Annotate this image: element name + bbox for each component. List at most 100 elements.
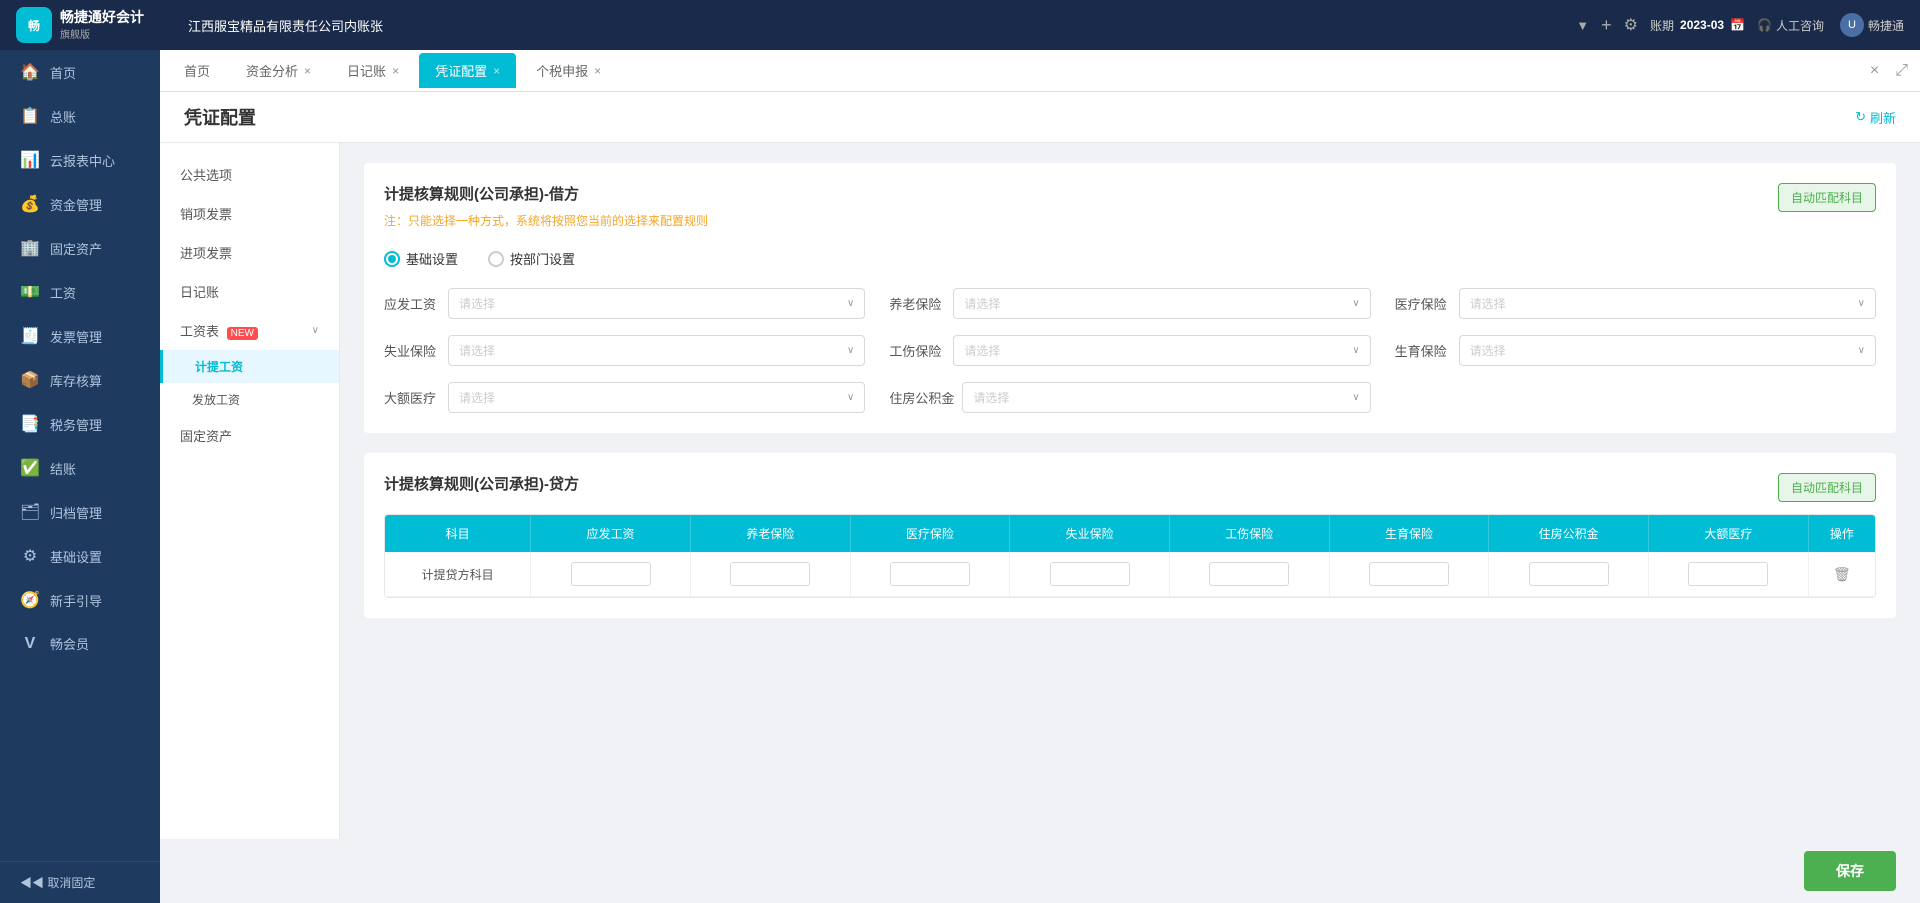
tab-bar: 首页 资金分析 × 日记账 × 凭证配置 × 个税申报 × × ⤢ <box>160 50 1920 92</box>
sidebar-item-salary[interactable]: 💵 工资 <box>0 270 160 314</box>
consult-button[interactable]: 🎧 人工咨询 <box>1757 17 1824 34</box>
credit-auto-match-button[interactable]: 自动匹配科目 <box>1778 473 1876 502</box>
sidebar-item-reports[interactable]: 📊 云报表中心 <box>0 138 160 182</box>
unpin-button[interactable]: ◀◀ 取消固定 <box>0 861 160 903</box>
tab-capital-analysis[interactable]: 资金分析 × <box>230 53 327 88</box>
radio-dept-setting[interactable]: 按部门设置 <box>488 249 575 268</box>
credit-pension-input[interactable] <box>730 562 810 586</box>
left-nav-purchase-invoice[interactable]: 进项发票 <box>160 233 339 272</box>
th-pension: 养老保险 <box>690 515 850 552</box>
tab-home[interactable]: 首页 <box>168 53 226 88</box>
refresh-icon: ↻ <box>1855 109 1866 125</box>
left-nav: 公共选项 销项发票 进项发票 日记账 工资表 NEW ∨ <box>160 143 340 839</box>
left-nav-payroll-sheet[interactable]: 工资表 NEW ∨ <box>160 311 339 350</box>
credit-injury-input[interactable] <box>1209 562 1289 586</box>
th-unemployment: 失业保险 <box>1010 515 1170 552</box>
user-info[interactable]: U 畅捷通 <box>1840 13 1904 37</box>
form-item-major-medical: 大额医疗 请选择 ∨ <box>384 382 865 413</box>
tab-close-tax[interactable]: × <box>594 64 601 78</box>
invoice-icon: 🧾 <box>20 326 40 346</box>
ledger-icon: 📋 <box>20 106 40 126</box>
medical-label: 医疗保险 <box>1395 294 1451 313</box>
tab-close-journal[interactable]: × <box>392 64 399 78</box>
sidebar-item-closing[interactable]: ✅ 结账 <box>0 446 160 490</box>
form-item-housing-fund: 住房公积金 请选择 ∨ <box>889 382 1370 413</box>
th-actions: 操作 <box>1808 515 1875 552</box>
sidebar-item-tax[interactable]: 📑 税务管理 <box>0 402 160 446</box>
logo-icon: 畅 <box>16 7 52 43</box>
pension-arrow: ∨ <box>1352 298 1359 309</box>
th-major-medical: 大额医疗 <box>1649 515 1809 552</box>
refresh-button[interactable]: ↻ 刷新 <box>1855 108 1896 127</box>
delete-row-button[interactable]: 🗑 <box>1833 566 1851 582</box>
left-nav-payroll-accrual[interactable]: 计提工资 <box>160 350 339 383</box>
close-all-tabs-button[interactable]: × <box>1866 58 1883 84</box>
housing-fund-label: 住房公积金 <box>889 388 954 407</box>
housing-fund-select[interactable]: 请选择 ∨ <box>962 382 1370 413</box>
guide-icon: 🧭 <box>20 590 40 610</box>
pension-select[interactable]: 请选择 ∨ <box>953 288 1370 319</box>
sidebar-item-guide[interactable]: 🧭 新手引导 <box>0 578 160 622</box>
medical-select[interactable]: 请选择 ∨ <box>1459 288 1876 319</box>
maternity-select[interactable]: 请选择 ∨ <box>1459 335 1876 366</box>
injury-select[interactable]: 请选择 ∨ <box>953 335 1370 366</box>
calendar-icon[interactable]: 📅 <box>1730 18 1745 32</box>
housing-fund-arrow: ∨ <box>1352 392 1359 403</box>
radio-basic-setting[interactable]: 基础设置 <box>384 249 458 268</box>
sidebar-item-archive[interactable]: 🗂 归档管理 <box>0 490 160 534</box>
form-item-gross-salary: 应发工资 请选择 ∨ <box>384 288 865 319</box>
expand-button[interactable]: ⤢ <box>1891 58 1912 84</box>
credit-housing-fund-input[interactable] <box>1529 562 1609 586</box>
archive-icon: 🗂 <box>20 502 40 522</box>
chevron-down-icon: ∨ <box>312 325 319 336</box>
tab-journal[interactable]: 日记账 × <box>331 53 415 88</box>
dropdown-icon[interactable]: ▼ <box>1576 18 1589 33</box>
pension-label: 养老保险 <box>889 294 945 313</box>
gross-salary-select[interactable]: 请选择 ∨ <box>448 288 865 319</box>
credit-gross-salary-input[interactable] <box>571 562 651 586</box>
sidebar-item-invoice[interactable]: 🧾 发票管理 <box>0 314 160 358</box>
major-medical-select[interactable]: 请选择 ∨ <box>448 382 865 413</box>
tab-close-voucher[interactable]: × <box>493 64 500 78</box>
td-medical-input <box>850 552 1010 597</box>
th-medical: 医疗保险 <box>850 515 1010 552</box>
sidebar-item-home[interactable]: 🏠 首页 <box>0 50 160 94</box>
sidebar-item-ledger[interactable]: 📋 总账 <box>0 94 160 138</box>
save-button[interactable]: 保存 <box>1804 851 1896 891</box>
main-content: 首页 资金分析 × 日记账 × 凭证配置 × 个税申报 × × ⤢ <box>160 50 1920 903</box>
left-nav-public-options[interactable]: 公共选项 <box>160 155 339 194</box>
left-nav-sales-invoice[interactable]: 销项发票 <box>160 194 339 233</box>
th-maternity: 生育保险 <box>1329 515 1489 552</box>
headset-icon: 🎧 <box>1757 18 1772 32</box>
left-nav-payroll-payment[interactable]: 发放工资 <box>160 383 339 416</box>
th-housing-fund: 住房公积金 <box>1489 515 1649 552</box>
sidebar-item-settings[interactable]: ⚙ 基础设置 <box>0 534 160 578</box>
credit-maternity-input[interactable] <box>1369 562 1449 586</box>
save-bar: 保存 <box>160 839 1920 903</box>
debit-section: 计提核算规则(公司承担)-借方 注：只能选择一种方式，系统将按照您当前的选择来配… <box>364 163 1896 433</box>
sidebar-item-vip[interactable]: V 畅会员 <box>0 622 160 665</box>
unemployment-arrow: ∨ <box>847 345 854 356</box>
sidebar-item-funds[interactable]: 💰 资金管理 <box>0 182 160 226</box>
settings-icon[interactable]: ⚙ <box>1624 15 1638 35</box>
add-tab-button[interactable]: + <box>1601 15 1612 36</box>
tab-close-capital[interactable]: × <box>304 64 311 78</box>
credit-unemployment-input[interactable] <box>1050 562 1130 586</box>
credit-medical-input[interactable] <box>890 562 970 586</box>
tab-tax-filing[interactable]: 个税申报 × <box>520 53 617 88</box>
credit-major-medical-input[interactable] <box>1688 562 1768 586</box>
vip-icon: V <box>20 635 40 653</box>
form-item-injury: 工伤保险 请选择 ∨ <box>889 335 1370 366</box>
sidebar-item-assets[interactable]: 🏢 固定资产 <box>0 226 160 270</box>
table-row: 计提贷方科目 🗑 <box>385 552 1875 597</box>
credit-section-title: 计提核算规则(公司承担)-贷方 <box>384 473 579 494</box>
unemployment-select[interactable]: 请选择 ∨ <box>448 335 865 366</box>
reports-icon: 📊 <box>20 150 40 170</box>
right-content: 计提核算规则(公司承担)-借方 注：只能选择一种方式，系统将按照您当前的选择来配… <box>340 143 1920 839</box>
sidebar: 🏠 首页 📋 总账 📊 云报表中心 💰 资金管理 🏢 固定资产 💵 工资 🧾 发… <box>0 50 160 903</box>
sidebar-item-inventory[interactable]: 📦 库存核算 <box>0 358 160 402</box>
debit-auto-match-button[interactable]: 自动匹配科目 <box>1778 183 1876 212</box>
left-nav-journal[interactable]: 日记账 <box>160 272 339 311</box>
tab-voucher-config[interactable]: 凭证配置 × <box>419 53 516 88</box>
left-nav-fixed-assets[interactable]: 固定资产 <box>160 416 339 455</box>
